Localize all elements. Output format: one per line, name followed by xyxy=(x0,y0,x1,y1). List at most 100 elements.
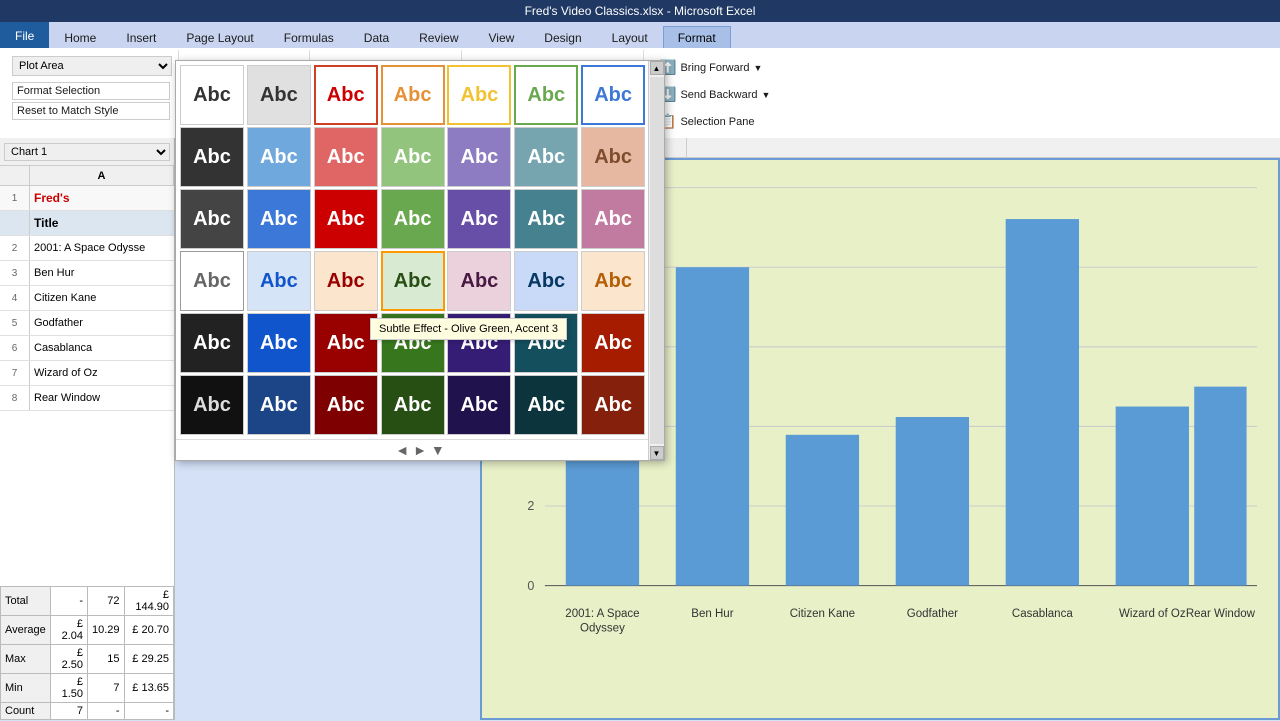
wordart-style-dark[interactable]: Abc xyxy=(180,127,244,187)
cell-ben-hur: Ben Hur xyxy=(30,261,174,285)
reset-match-style-btn[interactable]: Reset to Match Style xyxy=(12,102,170,120)
format-selection-btn[interactable]: Format Selection xyxy=(12,82,170,100)
wordart-style-forest[interactable]: Abc xyxy=(381,375,445,435)
row-rear-window: 8 Rear Window xyxy=(0,386,174,411)
tab-page-layout[interactable]: Page Layout xyxy=(171,26,268,48)
bar-wizard xyxy=(1116,407,1189,586)
scroll-up-btn[interactable]: ▲ xyxy=(650,61,664,75)
wordart-style-green-strong[interactable]: Abc xyxy=(381,189,445,249)
row-godfather: 5 Godfather xyxy=(0,311,174,336)
bring-forward-arrow[interactable]: ▼ xyxy=(754,63,763,73)
cell-title: Fred's xyxy=(30,186,174,210)
wordart-style-orange-light[interactable]: Abc xyxy=(381,65,445,125)
cell-citizen-kane: Citizen Kane xyxy=(30,286,174,310)
cell-2001: 2001: A Space Odysse xyxy=(30,236,174,260)
wordart-style-red-strong[interactable]: Abc xyxy=(314,189,378,249)
row-casablanca: 6 Casablanca xyxy=(0,336,174,361)
wordart-style-green-light[interactable]: Abc xyxy=(514,65,578,125)
wordart-style-subtle-blue[interactable]: Abc xyxy=(247,251,311,311)
col-a-header: A xyxy=(30,166,174,185)
cell-godfather: Godfather xyxy=(30,311,174,335)
svg-text:Wizard of Oz: Wizard of Oz xyxy=(1119,608,1186,620)
tab-format[interactable]: Format xyxy=(663,26,731,48)
row-1: 1 Fred's xyxy=(0,186,174,211)
wordart-style-brick[interactable]: Abc xyxy=(581,375,645,435)
wordart-style-charcoal[interactable]: Abc xyxy=(180,189,244,249)
svg-text:Godfather: Godfather xyxy=(907,608,958,620)
wordart-style-subtle-white[interactable]: Abc xyxy=(180,251,244,311)
send-backward-btn[interactable]: ⬇️ Send Backward ▼ xyxy=(654,83,775,106)
tab-view[interactable]: View xyxy=(474,26,530,48)
tab-layout[interactable]: Layout xyxy=(597,26,663,48)
wordart-style-intense-red[interactable]: Abc xyxy=(314,313,378,373)
wordart-style-teal-med[interactable]: Abc xyxy=(514,127,578,187)
wordart-style-purple-strong[interactable]: Abc xyxy=(447,189,511,249)
row-num-header xyxy=(0,166,30,185)
col-header-row: A xyxy=(0,166,174,186)
tab-formulas[interactable]: Formulas xyxy=(269,26,349,48)
chart-selector-dropdown[interactable]: Plot Area Chart 1 xyxy=(4,143,170,161)
picker-expand[interactable]: ▼ xyxy=(431,442,445,458)
tooltip-text: Subtle Effect - Olive Green, Accent 3 xyxy=(379,323,558,335)
wordart-style-subtle-green[interactable]: Abc xyxy=(381,251,445,311)
ribbon-tabs: File Home Insert Page Layout Formulas Da… xyxy=(0,22,1280,48)
wordart-style-subtle-purple[interactable]: Abc xyxy=(447,251,511,311)
wordart-style-dark-cyan[interactable]: Abc xyxy=(514,375,578,435)
wordart-style-plain[interactable]: Abc xyxy=(180,65,244,125)
wordart-style-yellow-light[interactable]: Abc xyxy=(447,65,511,125)
bring-forward-btn[interactable]: ⬆️ Bring Forward ▼ xyxy=(654,56,767,79)
wordart-style-blue-light[interactable]: Abc xyxy=(581,65,645,125)
picker-scroll-left[interactable]: ◄ xyxy=(395,442,409,458)
wordart-style-maroon[interactable]: Abc xyxy=(314,375,378,435)
wordart-style-intense-black[interactable]: Abc xyxy=(180,313,244,373)
wordart-style-orange-med[interactable]: Abc xyxy=(581,127,645,187)
picker-scroll-right[interactable]: ► xyxy=(413,442,427,458)
tab-design[interactable]: Design xyxy=(529,26,596,48)
wordart-style-purple-med[interactable]: Abc xyxy=(447,127,511,187)
title-bar: Fred's Video Classics.xlsx - Microsoft E… xyxy=(0,0,1280,22)
wordart-style-subtle-red[interactable]: Abc xyxy=(314,251,378,311)
wordart-style-intense-blue[interactable]: Abc xyxy=(247,313,311,373)
picker-bottom-controls: ◄ ► ▼ xyxy=(176,439,664,460)
tab-data[interactable]: Data xyxy=(349,26,404,48)
wordart-style-blue-med[interactable]: Abc xyxy=(247,127,311,187)
wordart-style-teal-strong[interactable]: Abc xyxy=(514,189,578,249)
wordart-style-intense-orange[interactable]: Abc xyxy=(581,313,645,373)
wordart-style-subtle-teal[interactable]: Abc xyxy=(514,251,578,311)
stats-row-average: Average £ 2.04 10.29 £ 20.70 xyxy=(1,616,174,645)
wordart-style-subtle-orange[interactable]: Abc xyxy=(581,251,645,311)
wordart-style-blue-strong[interactable]: Abc xyxy=(247,189,311,249)
scroll-down-btn[interactable]: ▼ xyxy=(650,446,664,460)
wordart-style-green-med[interactable]: Abc xyxy=(381,127,445,187)
cell-casablanca: Casablanca xyxy=(30,336,174,360)
row-citizen-kane: 4 Citizen Kane xyxy=(0,286,174,311)
tab-file[interactable]: File xyxy=(0,22,49,48)
cell-wizard: Wizard of Oz xyxy=(30,361,174,385)
send-backward-arrow[interactable]: ▼ xyxy=(761,90,770,100)
wordart-tooltip: Subtle Effect - Olive Green, Accent 3 xyxy=(370,318,567,340)
bar-casablanca xyxy=(1006,219,1079,586)
svg-text:Ben Hur: Ben Hur xyxy=(691,608,733,620)
picker-scrollbar[interactable]: ▲ ▼ xyxy=(648,61,664,460)
svg-text:Rear Window: Rear Window xyxy=(1186,608,1256,620)
bar-rear-window xyxy=(1194,387,1246,586)
wordart-style-gray[interactable]: Abc xyxy=(247,65,311,125)
tab-home[interactable]: Home xyxy=(49,26,111,48)
bar-godfather xyxy=(896,417,969,586)
wordart-style-red-light[interactable]: Abc xyxy=(314,65,378,125)
stats-area: Total - 72 £ 144.90 Average £ 2.04 10.29… xyxy=(0,586,174,720)
selection-pane-btn[interactable]: 📋 Selection Pane xyxy=(654,110,759,133)
tab-review[interactable]: Review xyxy=(404,26,473,48)
wordart-picker-grid: Abc Abc Abc Abc Abc Abc Abc Abc Abc Abc … xyxy=(176,61,664,439)
wordart-style-black[interactable]: Abc xyxy=(180,375,244,435)
left-panel: Plot Area Chart 1 A 1 Fred's Title 2 200… xyxy=(0,138,175,720)
chart-area-selector[interactable]: Plot Area Chart 1 xyxy=(12,56,172,76)
wordart-style-navy[interactable]: Abc xyxy=(247,375,311,435)
wordart-style-red-med[interactable]: Abc xyxy=(314,127,378,187)
row-wizard: 7 Wizard of Oz xyxy=(0,361,174,386)
row-ben-hur: 3 Ben Hur xyxy=(0,261,174,286)
tab-insert[interactable]: Insert xyxy=(111,26,171,48)
wordart-style-mauve[interactable]: Abc xyxy=(581,189,645,249)
stats-row-total: Total - 72 £ 144.90 xyxy=(1,587,174,616)
wordart-style-indigo[interactable]: Abc xyxy=(447,375,511,435)
